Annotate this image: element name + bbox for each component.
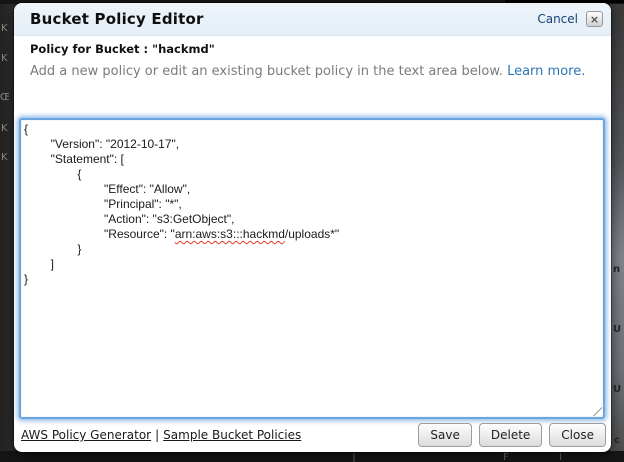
aws-policy-generator-link[interactable]: AWS Policy Generator <box>21 428 151 442</box>
bucket-policy-editor-dialog: Bucket Policy Editor Cancel × Policy for… <box>14 3 611 452</box>
dialog-header: Bucket Policy Editor Cancel × <box>14 3 611 36</box>
policy-line: "Statement": [ <box>24 152 601 167</box>
background-text-fragment: F <box>503 453 512 462</box>
delete-button[interactable]: Delete <box>479 423 542 447</box>
policy-line: ] <box>24 257 601 272</box>
policy-line: "Principal": "*", <box>24 197 601 212</box>
policy-line: { <box>24 122 601 137</box>
close-button[interactable]: Close <box>549 423 606 447</box>
background-divider-line <box>353 453 355 462</box>
link-separator: | <box>155 428 159 442</box>
policy-line: "Resource": "arn:aws:s3:::hackmd/uploads… <box>24 227 601 242</box>
save-button[interactable]: Save <box>418 423 471 447</box>
policy-line: } <box>24 242 601 257</box>
resize-handle-icon[interactable] <box>591 405 602 416</box>
policy-for-bucket-label: Policy for Bucket : "hackmd" <box>30 42 595 56</box>
background-text-fragment: U <box>613 385 622 396</box>
description-text: Add a new policy or edit an existing buc… <box>30 64 595 79</box>
learn-more-link[interactable]: Learn more. <box>507 64 585 79</box>
description-body: Add a new policy or edit an existing buc… <box>30 64 507 79</box>
background-text-fragment: K <box>1 54 10 65</box>
background-bottom-strip <box>0 451 624 462</box>
spellcheck-underlined-text: arn:aws:s3:::hackmd <box>175 227 285 241</box>
background-text-fragment: n <box>613 265 622 276</box>
footer-links: AWS Policy Generator | Sample Bucket Polic… <box>21 428 301 442</box>
dialog-footer: AWS Policy Generator | Sample Bucket Polic… <box>19 422 606 448</box>
policy-line: "Action": "s3:GetObject", <box>24 212 601 227</box>
background-text-fragment: K <box>1 124 10 135</box>
background-text-fragment: Œ <box>0 93 9 104</box>
policy-line: { <box>24 167 601 182</box>
dialog-title: Bucket Policy Editor <box>30 10 537 28</box>
policy-textarea[interactable]: { "Version": "2012-10-17", "Statement": … <box>19 118 605 419</box>
footer-buttons: Save Delete Close <box>418 423 606 447</box>
cancel-link[interactable]: Cancel <box>537 12 578 26</box>
background-text-fragment: U <box>613 325 622 336</box>
policy-line: "Effect": "Allow", <box>24 182 601 197</box>
policy-json-content: { "Version": "2012-10-17", "Statement": … <box>21 120 603 289</box>
background-text-fragment: K <box>1 24 10 35</box>
background-left-strip <box>0 0 15 462</box>
close-icon[interactable]: × <box>586 11 603 27</box>
background-text-fragment: l <box>559 453 568 462</box>
background-text-fragment: K <box>1 153 10 164</box>
sample-bucket-policies-link[interactable]: Sample Bucket Policies <box>163 428 301 442</box>
policy-line: } <box>24 272 601 287</box>
policy-line: "Version": "2012-10-17", <box>24 137 601 152</box>
background-text-fragment: c <box>614 436 623 447</box>
